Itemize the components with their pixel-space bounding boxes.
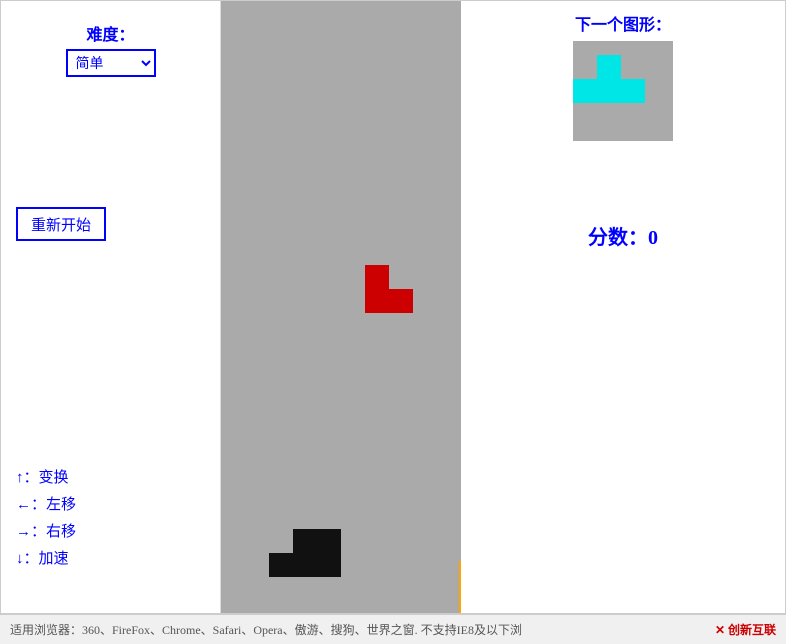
next-block bbox=[597, 79, 621, 103]
score-text: 分数：0 bbox=[588, 227, 658, 249]
control-left: ←：左移 bbox=[16, 492, 205, 519]
control-down: ↓：加速 bbox=[16, 546, 205, 573]
next-block bbox=[597, 55, 621, 79]
right-panel: 下一个图形： 分数：0 bbox=[461, 1, 785, 613]
controls-section: ↑：变换 ←：左移 →：右移 ↓：加速 bbox=[16, 465, 205, 573]
difficulty-select[interactable]: 简单 中等 困难 bbox=[66, 49, 156, 77]
game-canvas bbox=[221, 1, 461, 561]
current-block bbox=[389, 289, 413, 313]
game-area: 难度： 简单 中等 困难 重新开始 ↑：变换 ←：左移 →：右移 ↓：加速 bbox=[0, 0, 786, 614]
bottom-block bbox=[269, 553, 293, 577]
difficulty-section: 难度： 简单 中等 困难 bbox=[16, 21, 205, 77]
bottom-block bbox=[293, 529, 317, 553]
next-block bbox=[573, 79, 597, 103]
control-up: ↑：变换 bbox=[16, 465, 205, 492]
bottom-block bbox=[293, 553, 317, 577]
footer-text: 适用浏览器：360、FireFox、Chrome、Safari、Opera、傲游… bbox=[10, 621, 707, 638]
bottom-block bbox=[317, 553, 341, 577]
footer-logo: ✕ 创新互联 bbox=[715, 621, 776, 638]
restart-button[interactable]: 重新开始 bbox=[16, 207, 106, 241]
next-block bbox=[621, 79, 645, 103]
main-container: 难度： 简单 中等 困难 重新开始 ↑：变换 ←：左移 →：右移 ↓：加速 bbox=[0, 0, 786, 644]
bottom-block bbox=[317, 529, 341, 553]
current-block bbox=[365, 265, 389, 289]
footer: 适用浏览器：360、FireFox、Chrome、Safari、Opera、傲游… bbox=[0, 614, 786, 644]
next-shape-label: 下一个图形： bbox=[575, 11, 671, 35]
difficulty-label: 难度： bbox=[16, 21, 205, 45]
next-shape-box bbox=[573, 41, 673, 141]
game-board-container bbox=[221, 1, 461, 613]
score-section: 分数：0 bbox=[588, 221, 658, 250]
current-block bbox=[365, 289, 389, 313]
left-panel: 难度： 简单 中等 困难 重新开始 ↑：变换 ←：左移 →：右移 ↓：加速 bbox=[1, 1, 221, 613]
control-right: →：右移 bbox=[16, 519, 205, 546]
